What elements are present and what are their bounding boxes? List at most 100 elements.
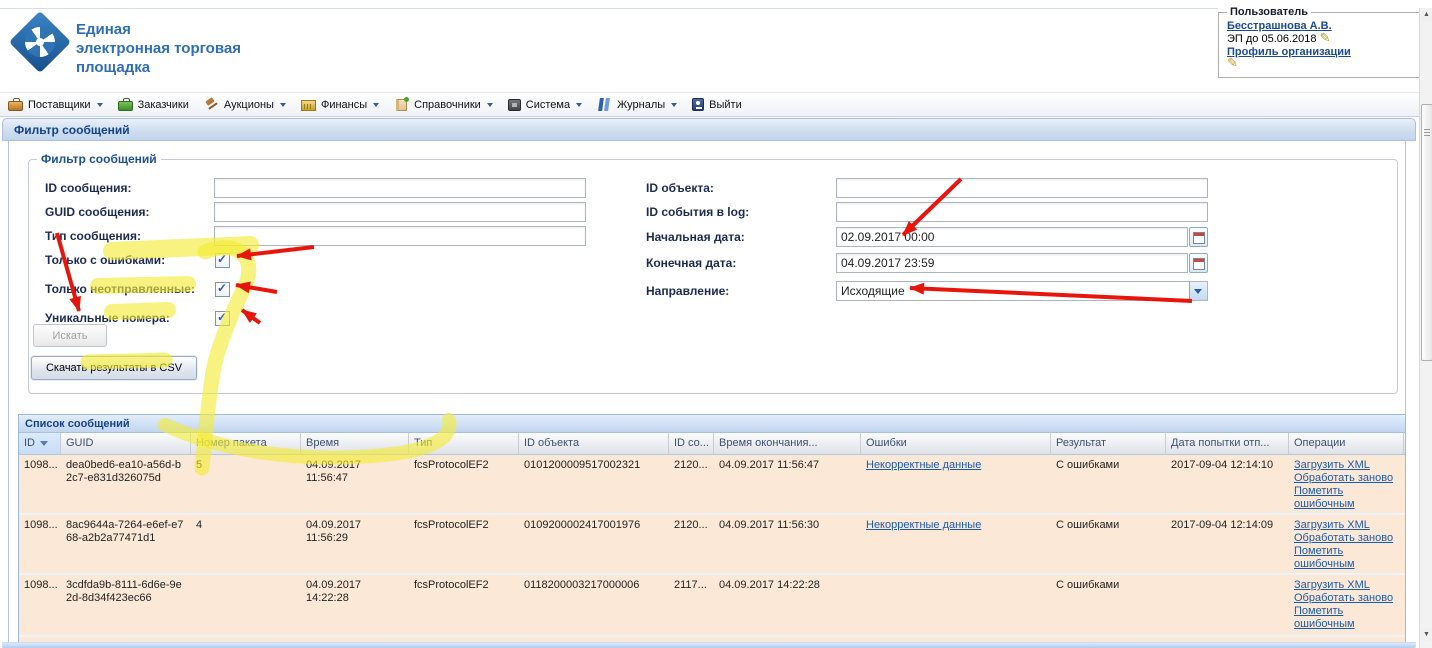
- end-date-label: Конечная дата:: [646, 256, 737, 270]
- org-profile-link[interactable]: Профиль организации: [1227, 46, 1351, 58]
- column-header-object_id[interactable]: ID объекта: [519, 433, 669, 454]
- scroll-down-icon[interactable]: ▼: [1421, 628, 1432, 641]
- message-id-input[interactable]: [214, 178, 586, 198]
- menu-item-label: Справочники: [414, 98, 481, 111]
- column-header-result[interactable]: Результат: [1051, 433, 1166, 454]
- column-header-errors[interactable]: Ошибки: [861, 433, 1051, 454]
- start-date-label: Начальная дата:: [646, 230, 745, 244]
- cell-operations: Загрузить XML Обработать заново Пометить о…: [1289, 575, 1404, 635]
- menu-item-customers[interactable]: Заказчики: [117, 98, 189, 111]
- menu-item-label: Система: [525, 98, 571, 111]
- edit-pencil-icon[interactable]: [1320, 33, 1331, 43]
- filter-legend: Фильтр сообщений: [41, 152, 157, 166]
- grid-header-row: ID GUID Номер пакета Время Тип ID объекта ID с…: [19, 433, 1405, 455]
- table-row[interactable]: 1098... 8ac9644a-7264-e6ef-e768-a2b2a7747…: [19, 515, 1405, 575]
- log-event-id-input[interactable]: [836, 202, 1208, 222]
- operation-link[interactable]: Пометить ошибочным: [1294, 485, 1400, 511]
- table-row[interactable]: 1098... dea0bed6-ea10-a56d-b2c7-e831d3260…: [19, 455, 1405, 515]
- book-icon: [396, 96, 410, 111]
- menu-item-journals[interactable]: Журналы: [597, 98, 678, 111]
- cell-type: fcsProtocolEF2: [414, 519, 489, 531]
- menu-item-exit[interactable]: Выйти: [692, 98, 742, 111]
- log-event-id-label: ID события в log:: [646, 205, 750, 219]
- cell-package: 5: [196, 459, 203, 471]
- cell-end_time: 04.09.2017 14:22:28: [719, 579, 820, 591]
- column-header-end_time[interactable]: Время окончания...: [714, 433, 861, 454]
- menu-item-label: Заказчики: [137, 98, 189, 111]
- column-header-package[interactable]: Номер пакета: [191, 433, 301, 454]
- journals-icon: [597, 98, 612, 111]
- cell-package: 4: [196, 519, 203, 531]
- error-details-link[interactable]: Некорректные данные: [866, 519, 981, 531]
- message-type-input[interactable]: [214, 226, 586, 246]
- scrollbar-thumb[interactable]: [1421, 104, 1432, 361]
- vertical-scrollbar[interactable]: ▲ ▼: [1419, 8, 1432, 648]
- menu-item-suppliers[interactable]: Поставщики: [8, 98, 103, 111]
- operation-link[interactable]: Обработать заново: [1294, 532, 1400, 545]
- operation-link[interactable]: Загрузить XML: [1294, 579, 1400, 592]
- message-type-label: Тип сообщения:: [45, 229, 141, 243]
- calendar-icon[interactable]: [1189, 253, 1208, 273]
- menu-item-directories[interactable]: Справочники: [394, 96, 493, 111]
- cell-id: 1098...: [24, 579, 58, 591]
- cell-attempt_date: 2017-09-04 12:14:10: [1171, 459, 1274, 471]
- operation-link[interactable]: Обработать заново: [1294, 472, 1400, 485]
- table-row[interactable]: 1098... 3cdfda9b-8111-6d6e-9e2d-8d34f423e…: [19, 575, 1405, 637]
- direction-label: Направление:: [646, 284, 730, 298]
- download-csv-button[interactable]: Скачать результаты в CSV: [31, 356, 197, 380]
- cell-object_id: 0101200009517002321: [524, 459, 641, 471]
- calendar-icon[interactable]: [1189, 227, 1208, 247]
- menu-item-auctions[interactable]: Аукционы: [204, 98, 286, 111]
- chevron-down-icon: [96, 102, 103, 107]
- column-header-id[interactable]: ID: [19, 433, 61, 454]
- cell-operations: Загрузить XML Обработать заново Пометить о…: [1289, 515, 1404, 573]
- cell-object_id: 0109200002417001976: [524, 519, 641, 531]
- column-header-guid[interactable]: GUID: [61, 433, 191, 454]
- page-title: Фильтр сообщений: [14, 122, 130, 137]
- column-header-attempt_date[interactable]: Дата попытки отп...: [1166, 433, 1289, 454]
- object-id-input[interactable]: [836, 178, 1208, 198]
- cell-operations: Загрузить XML Обработать заново Пометить о…: [1289, 455, 1404, 513]
- end-date-input[interactable]: [836, 253, 1188, 273]
- operation-link[interactable]: Обработать заново: [1294, 592, 1400, 605]
- message-guid-input[interactable]: [214, 202, 586, 222]
- user-name-link[interactable]: Бесстрашнова А.В.: [1227, 20, 1332, 32]
- column-header-type[interactable]: Тип: [409, 433, 519, 454]
- operation-link[interactable]: Загрузить XML: [1294, 519, 1400, 532]
- cell-end_time: 04.09.2017 11:56:30: [719, 519, 820, 531]
- cell-time: 04.09.2017 14:22:28: [306, 579, 362, 604]
- cell-time: 04.09.2017 11:56:47: [306, 459, 362, 484]
- object-id-label: ID объекта:: [646, 181, 714, 195]
- user-panel: Пользователь Бесстрашнова А.В. ЭП до 05.…: [1218, 6, 1430, 78]
- application-window: { "brand": {"title_lines": ["Единая", "э…: [0, 0, 1432, 648]
- unique-numbers-checkbox[interactable]: [215, 310, 230, 326]
- top-divider: [0, 8, 1218, 9]
- bottom-scroll-strip[interactable]: [2, 642, 1416, 648]
- column-header-operations[interactable]: Операции: [1289, 433, 1404, 454]
- column-header-event_id[interactable]: ID со...: [669, 433, 714, 454]
- only-unsent-checkbox[interactable]: [215, 281, 230, 297]
- scroll-up-icon[interactable]: ▲: [1421, 8, 1432, 21]
- only-errors-checkbox[interactable]: [215, 252, 230, 268]
- menu-item-label: Журналы: [617, 98, 666, 111]
- dropdown-chevron-icon[interactable]: [1189, 282, 1207, 300]
- menu-item-system[interactable]: Система: [507, 98, 583, 111]
- content-frame-left: [8, 141, 9, 648]
- error-details-link[interactable]: Некорректные данные: [866, 459, 981, 471]
- menu-item-label: Аукционы: [223, 98, 274, 111]
- cell-end_time: 04.09.2017 11:56:47: [719, 459, 820, 471]
- operation-link[interactable]: Пометить ошибочным: [1294, 545, 1400, 571]
- operation-link[interactable]: Загрузить XML: [1294, 459, 1400, 472]
- menu-item-finance[interactable]: Финансы: [300, 99, 380, 111]
- edit-pencil-icon[interactable]: [1227, 58, 1238, 68]
- certificate-info: ЭП до 05.06.2018: [1227, 33, 1423, 45]
- column-header-time[interactable]: Время: [301, 433, 409, 454]
- start-date-input[interactable]: [836, 227, 1188, 247]
- cell-attempt_date: 2017-09-04 12:14:09: [1171, 519, 1274, 531]
- operation-link[interactable]: Пометить ошибочным: [1294, 605, 1400, 631]
- cell-event_id: 2120...: [674, 459, 708, 471]
- message-id-label: ID сообщения:: [45, 181, 132, 195]
- cell-result: С ошибками: [1056, 519, 1120, 531]
- grid-title: Список сообщений: [25, 417, 130, 430]
- direction-select[interactable]: Исходящие: [836, 281, 1208, 301]
